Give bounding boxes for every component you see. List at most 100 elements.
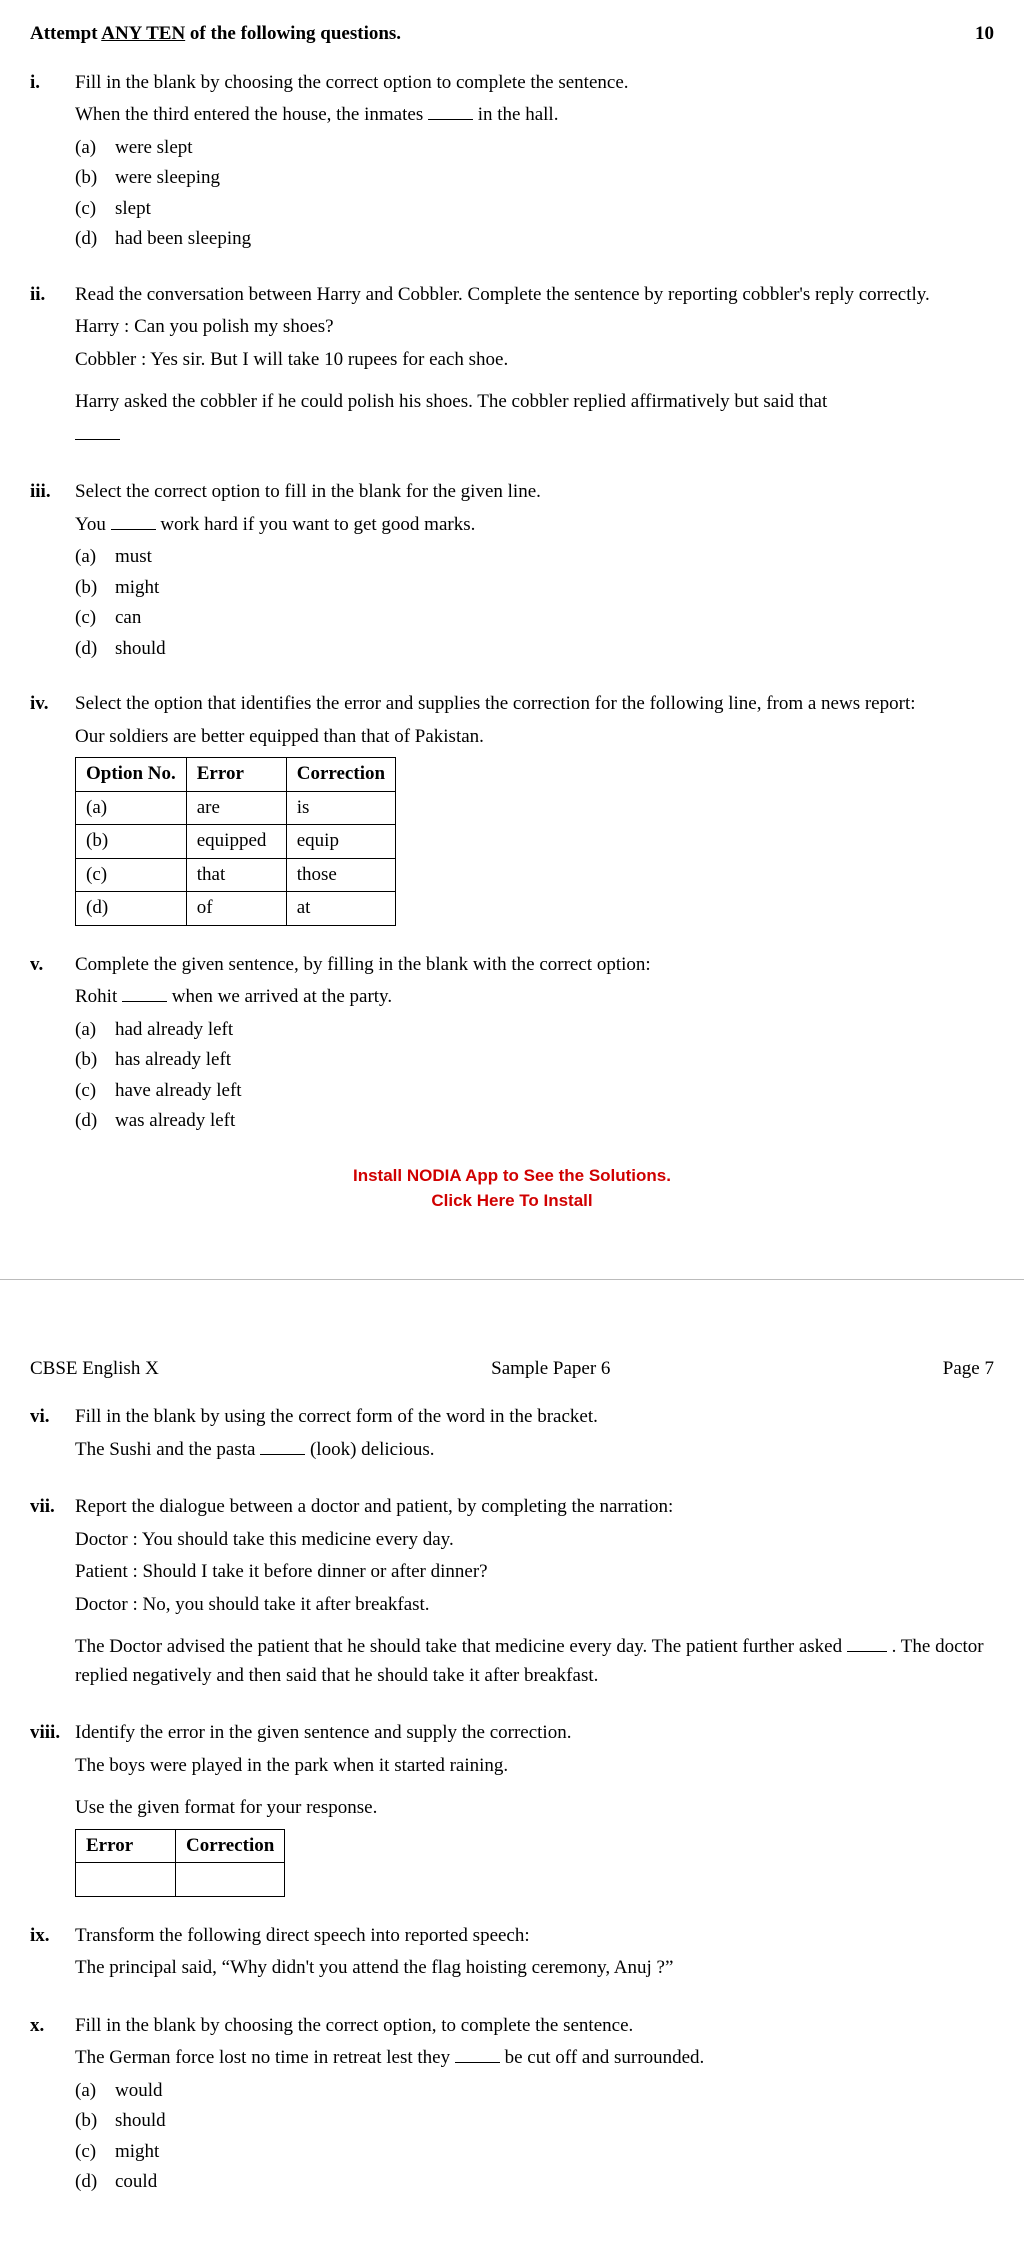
th-correction: Correction [176, 1829, 285, 1863]
header-left: CBSE English X [30, 1355, 159, 1384]
blank [122, 1001, 167, 1002]
question-body: Fill in the blank by choosing the correc… [75, 69, 994, 256]
question-text: Report the dialogue between a doctor and… [75, 1493, 994, 1522]
blank-line [75, 421, 994, 450]
page-separator [0, 1279, 1024, 1280]
question-number: iii. [30, 478, 75, 665]
dialogue-line: Patient : Should I take it before dinner… [75, 1558, 994, 1587]
question-text: Transform the following direct speech in… [75, 1922, 994, 1951]
question-ix: ix. Transform the following direct speec… [30, 1922, 994, 1987]
blank [260, 1454, 305, 1455]
option-a: (a)had already left [75, 1016, 994, 1045]
question-sentence: The principal said, “Why didn't you atte… [75, 1954, 994, 1983]
option-b: (b)were sleeping [75, 164, 994, 193]
option-a: (a)must [75, 543, 994, 572]
question-text: Select the correct option to fill in the… [75, 478, 994, 507]
instr-underline: ANY TEN [101, 23, 185, 44]
instr-prefix: Attempt [30, 23, 101, 44]
question-text: Read the conversation between Harry and … [75, 281, 994, 310]
table-row: Option No. Error Correction [76, 758, 396, 792]
question-number: i. [30, 69, 75, 256]
question-ii: ii. Read the conversation between Harry … [30, 281, 994, 454]
marks: 10 [975, 20, 994, 49]
error-correction-table: Error Correction [75, 1829, 285, 1897]
question-sentence: When the third entered the house, the in… [75, 101, 994, 130]
question-sentence: The German force lost no time in retreat… [75, 2044, 994, 2073]
question-body: Read the conversation between Harry and … [75, 281, 994, 454]
instr-suffix: of the following questions. [185, 23, 401, 44]
question-text: Fill in the blank by using the correct f… [75, 1403, 994, 1432]
question-number: vii. [30, 1493, 75, 1694]
question-vii: vii. Report the dialogue between a docto… [30, 1493, 994, 1694]
table-row: (c)thatthose [76, 858, 396, 892]
question-number: iv. [30, 690, 75, 926]
question-sentence: Rohit when we arrived at the party. [75, 983, 994, 1012]
header-center: Sample Paper 6 [491, 1355, 610, 1384]
question-body: Identify the error in the given sentence… [75, 1719, 994, 1897]
question-number: ix. [30, 1922, 75, 1987]
dialogue-line: Doctor : You should take this medicine e… [75, 1526, 994, 1555]
option-a: (a)would [75, 2077, 994, 2106]
question-vi: vi. Fill in the blank by using the corre… [30, 1403, 994, 1468]
table-row: (d)ofat [76, 892, 396, 926]
question-sentence: You work hard if you want to get good ma… [75, 511, 994, 540]
options: (a)had already left (b)has already left … [75, 1016, 994, 1136]
table-row [76, 1863, 285, 1897]
th-correction: Correction [286, 758, 395, 792]
question-body: Complete the given sentence, by filling … [75, 951, 994, 1138]
blank [455, 2062, 500, 2063]
question-i: i. Fill in the blank by choosing the cor… [30, 69, 994, 256]
question-sentence: The Sushi and the pasta (look) delicious… [75, 1436, 994, 1465]
question-body: Fill in the blank by using the correct f… [75, 1403, 994, 1468]
table-row: Error Correction [76, 1829, 285, 1863]
question-body: Transform the following direct speech in… [75, 1922, 994, 1987]
format-instruction: Use the given format for your response. [75, 1794, 994, 1823]
options: (a)must (b)might (c)can (d)should [75, 543, 994, 663]
narration-text: The Doctor advised the patient that he s… [75, 1633, 994, 1690]
dialogue-line: Doctor : No, you should take it after br… [75, 1591, 994, 1620]
option-d: (d)could [75, 2168, 994, 2197]
th-error: Error [76, 1829, 176, 1863]
question-body: Fill in the blank by choosing the correc… [75, 2012, 994, 2199]
blank [428, 119, 473, 120]
cta-line2: Click Here To Install [30, 1188, 994, 1214]
cta-line1: Install NODIA App to See the Solutions. [30, 1163, 994, 1189]
options: (a)would (b)should (c)might (d)could [75, 2077, 994, 2197]
option-b: (b)might [75, 574, 994, 603]
th-option: Option No. [76, 758, 187, 792]
instruction-text: Attempt ANY TEN of the following questio… [30, 20, 401, 49]
question-number: viii. [30, 1719, 75, 1897]
th-error: Error [186, 758, 286, 792]
table-row: (b)equippedequip [76, 825, 396, 859]
question-text: Complete the given sentence, by filling … [75, 951, 994, 980]
option-a: (a)were slept [75, 134, 994, 163]
question-iii: iii. Select the correct option to fill i… [30, 478, 994, 665]
question-text: Fill in the blank by choosing the correc… [75, 69, 994, 98]
question-v: v. Complete the given sentence, by filli… [30, 951, 994, 1138]
option-c: (c)slept [75, 195, 994, 224]
header-right: Page 7 [943, 1355, 994, 1384]
option-c: (c)might [75, 2138, 994, 2167]
narration-text: Harry asked the cobbler if he could poli… [75, 388, 994, 417]
section-header: Attempt ANY TEN of the following questio… [30, 20, 994, 49]
blank [75, 439, 120, 440]
option-d: (d)had been sleeping [75, 225, 994, 254]
question-number: vi. [30, 1403, 75, 1468]
option-d: (d)was already left [75, 1107, 994, 1136]
option-b: (b)has already left [75, 1046, 994, 1075]
question-body: Report the dialogue between a doctor and… [75, 1493, 994, 1694]
blank [111, 529, 156, 530]
question-sentence: Our soldiers are better equipped than th… [75, 723, 994, 752]
question-text: Fill in the blank by choosing the correc… [75, 2012, 994, 2041]
page-header: CBSE English X Sample Paper 6 Page 7 [0, 1305, 1024, 1404]
question-x: x. Fill in the blank by choosing the cor… [30, 2012, 994, 2199]
question-sentence: The boys were played in the park when it… [75, 1752, 994, 1781]
question-number: ii. [30, 281, 75, 454]
question-viii: viii. Identify the error in the given se… [30, 1719, 994, 1897]
option-c: (c)can [75, 604, 994, 633]
install-cta[interactable]: Install NODIA App to See the Solutions. … [30, 1163, 994, 1214]
question-text: Select the option that identifies the er… [75, 690, 994, 719]
table-row: (a)areis [76, 791, 396, 825]
options: (a)were slept (b)were sleeping (c)slept … [75, 134, 994, 254]
question-body: Select the correct option to fill in the… [75, 478, 994, 665]
